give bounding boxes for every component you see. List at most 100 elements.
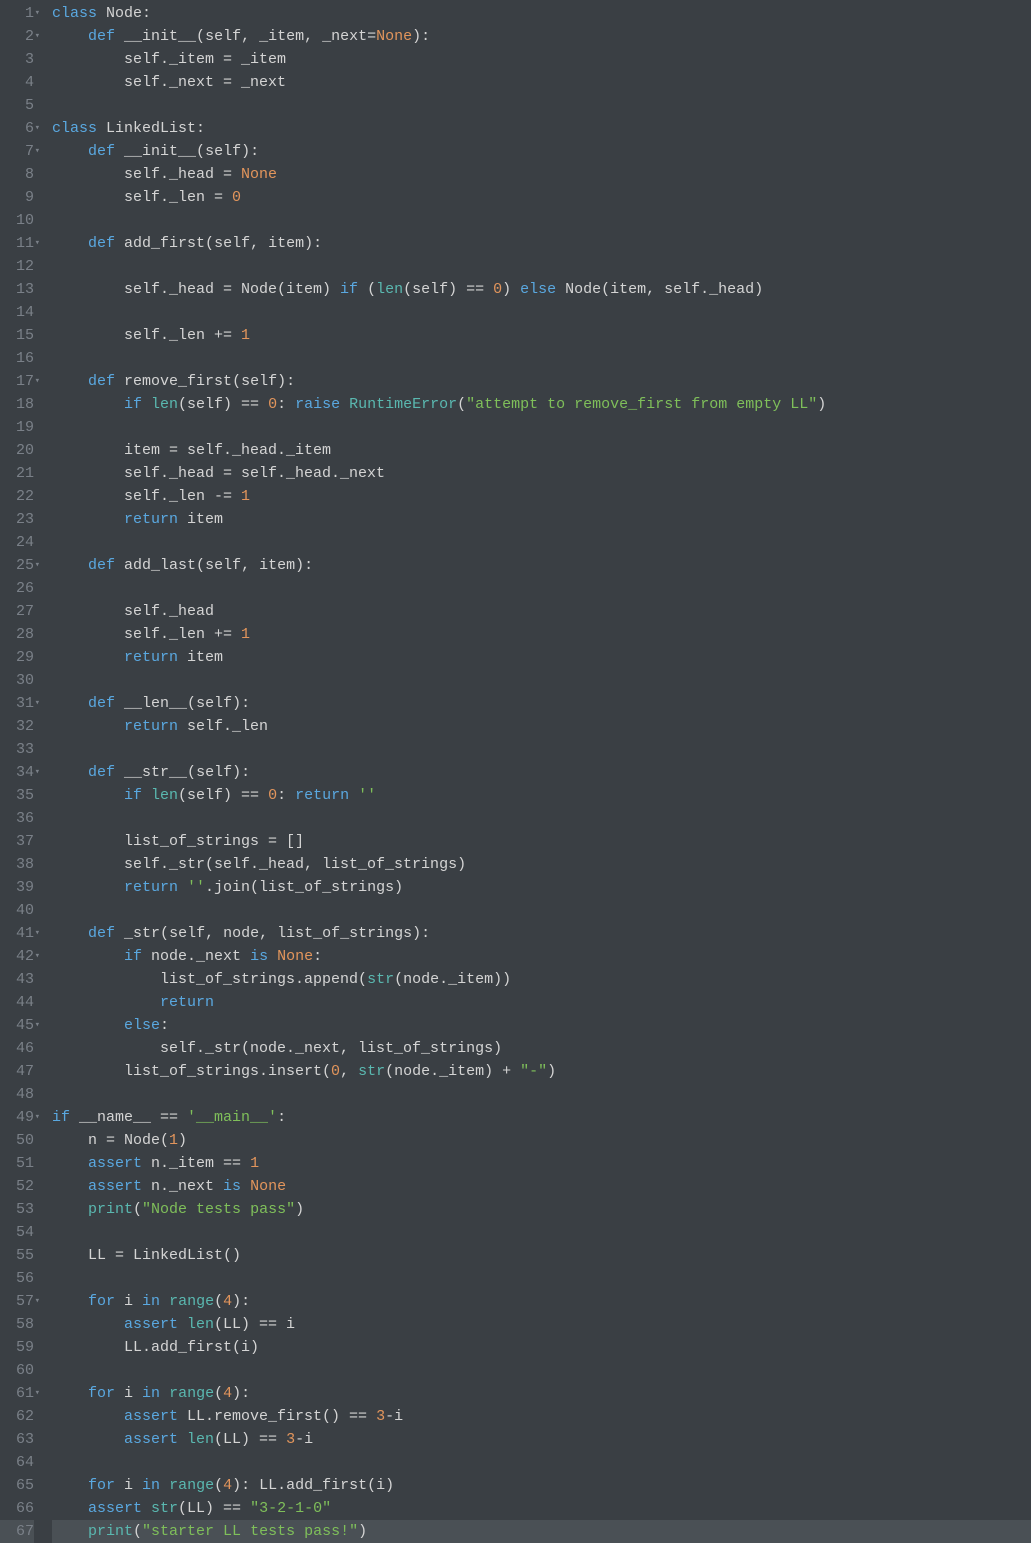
code-line[interactable]: assert n._item == 1 (52, 1152, 1031, 1175)
code-line[interactable] (52, 899, 1031, 922)
code-line[interactable] (52, 1451, 1031, 1474)
code-line[interactable]: return (52, 991, 1031, 1014)
code-line[interactable]: print("starter LL tests pass!") (52, 1520, 1031, 1543)
code-line[interactable]: if node._next is None: (52, 945, 1031, 968)
code-line[interactable] (52, 1267, 1031, 1290)
code-token: return (124, 879, 187, 896)
code-line[interactable]: n = Node(1) (52, 1129, 1031, 1152)
fold-toggle-icon[interactable]: ▾ (35, 692, 40, 715)
line-number: 44 (0, 991, 34, 1014)
fold-toggle-icon[interactable]: ▾ (35, 117, 40, 140)
code-line[interactable]: def add_last(self, item): (52, 554, 1031, 577)
code-token: '' (358, 787, 376, 804)
code-line[interactable]: for i in range(4): (52, 1290, 1031, 1313)
code-line[interactable] (52, 209, 1031, 232)
code-token: range (169, 1293, 214, 1310)
code-line[interactable]: else: (52, 1014, 1031, 1037)
code-line[interactable]: self._len -= 1 (52, 485, 1031, 508)
code-line[interactable]: self._len = 0 (52, 186, 1031, 209)
code-line[interactable]: self._head = None (52, 163, 1031, 186)
code-line[interactable] (52, 255, 1031, 278)
code-editor[interactable]: 1▾2▾3456▾7▾891011▾121314151617▾181920212… (0, 0, 1031, 1543)
fold-toggle-icon[interactable]: ▾ (35, 140, 40, 163)
code-line[interactable] (52, 1221, 1031, 1244)
code-line[interactable]: assert LL.remove_first() == 3-i (52, 1405, 1031, 1428)
line-number: 11▾ (0, 232, 34, 255)
code-line[interactable]: self._str(self._head, list_of_strings) (52, 853, 1031, 876)
fold-toggle-icon[interactable]: ▾ (35, 1014, 40, 1037)
code-line[interactable]: if __name__ == '__main__': (52, 1106, 1031, 1129)
code-line[interactable]: return item (52, 508, 1031, 531)
code-line[interactable]: self._len += 1 (52, 623, 1031, 646)
fold-toggle-icon[interactable]: ▾ (35, 370, 40, 393)
code-line[interactable] (52, 1083, 1031, 1106)
code-line[interactable]: assert len(LL) == 3-i (52, 1428, 1031, 1451)
code-line[interactable]: def __init__(self, _item, _next=None): (52, 25, 1031, 48)
line-number: 59 (0, 1336, 34, 1359)
code-line[interactable]: self._str(node._next, list_of_strings) (52, 1037, 1031, 1060)
line-number: 40 (0, 899, 34, 922)
code-token: (node._item) + (385, 1063, 520, 1080)
code-line[interactable]: list_of_strings.append(str(node._item)) (52, 968, 1031, 991)
code-line[interactable]: self._head (52, 600, 1031, 623)
code-line[interactable]: def _str(self, node, list_of_strings): (52, 922, 1031, 945)
fold-toggle-icon[interactable]: ▾ (35, 1290, 40, 1313)
code-line[interactable] (52, 738, 1031, 761)
line-number: 6▾ (0, 117, 34, 140)
code-line[interactable]: self._head = Node(item) if (len(self) ==… (52, 278, 1031, 301)
code-token: if (124, 948, 151, 965)
code-line[interactable]: class Node: (52, 2, 1031, 25)
code-token: for (88, 1293, 124, 1310)
fold-toggle-icon[interactable]: ▾ (35, 25, 40, 48)
code-line[interactable]: for i in range(4): LL.add_first(i) (52, 1474, 1031, 1497)
code-line[interactable]: if len(self) == 0: return '' (52, 784, 1031, 807)
code-line[interactable] (52, 416, 1031, 439)
code-token: ): (232, 764, 250, 781)
code-line[interactable]: self._item = _item (52, 48, 1031, 71)
code-line[interactable]: return ''.join(list_of_strings) (52, 876, 1031, 899)
fold-toggle-icon[interactable]: ▾ (35, 1382, 40, 1405)
fold-toggle-icon[interactable]: ▾ (35, 922, 40, 945)
code-line[interactable]: LL.add_first(i) (52, 1336, 1031, 1359)
code-line[interactable] (52, 347, 1031, 370)
fold-toggle-icon[interactable]: ▾ (35, 1106, 40, 1129)
code-token: def (88, 373, 124, 390)
code-line[interactable]: LL = LinkedList() (52, 1244, 1031, 1267)
fold-toggle-icon[interactable]: ▾ (35, 761, 40, 784)
fold-toggle-icon[interactable]: ▾ (35, 232, 40, 255)
fold-toggle-icon[interactable]: ▾ (35, 945, 40, 968)
code-line[interactable]: def add_first(self, item): (52, 232, 1031, 255)
code-line[interactable]: list_of_strings = [] (52, 830, 1031, 853)
code-token: def (88, 764, 124, 781)
code-line[interactable] (52, 669, 1031, 692)
code-area[interactable]: class Node: def __init__(self, _item, _n… (42, 0, 1031, 1543)
code-line[interactable]: def __init__(self): (52, 140, 1031, 163)
code-line[interactable]: list_of_strings.insert(0, str(node._item… (52, 1060, 1031, 1083)
code-line[interactable] (52, 577, 1031, 600)
code-line[interactable]: def __len__(self): (52, 692, 1031, 715)
code-line[interactable]: self._len += 1 (52, 324, 1031, 347)
code-line[interactable]: for i in range(4): (52, 1382, 1031, 1405)
code-line[interactable] (52, 807, 1031, 830)
code-line[interactable]: return item (52, 646, 1031, 669)
code-line[interactable]: class LinkedList: (52, 117, 1031, 140)
code-line[interactable] (52, 1359, 1031, 1382)
code-line[interactable] (52, 301, 1031, 324)
fold-toggle-icon[interactable]: ▾ (35, 2, 40, 25)
code-line[interactable] (52, 531, 1031, 554)
code-token: Node(item, self._head) (556, 281, 763, 298)
fold-toggle-icon[interactable]: ▾ (35, 554, 40, 577)
code-line[interactable]: self._head = self._head._next (52, 462, 1031, 485)
code-line[interactable] (52, 94, 1031, 117)
code-line[interactable]: def __str__(self): (52, 761, 1031, 784)
code-token: None (250, 1178, 286, 1195)
code-line[interactable]: assert n._next is None (52, 1175, 1031, 1198)
code-line[interactable]: if len(self) == 0: raise RuntimeError("a… (52, 393, 1031, 416)
code-line[interactable]: assert str(LL) == "3-2-1-0" (52, 1497, 1031, 1520)
code-line[interactable]: print("Node tests pass") (52, 1198, 1031, 1221)
code-line[interactable]: def remove_first(self): (52, 370, 1031, 393)
code-line[interactable]: item = self._head._item (52, 439, 1031, 462)
code-line[interactable]: assert len(LL) == i (52, 1313, 1031, 1336)
code-line[interactable]: self._next = _next (52, 71, 1031, 94)
code-line[interactable]: return self._len (52, 715, 1031, 738)
